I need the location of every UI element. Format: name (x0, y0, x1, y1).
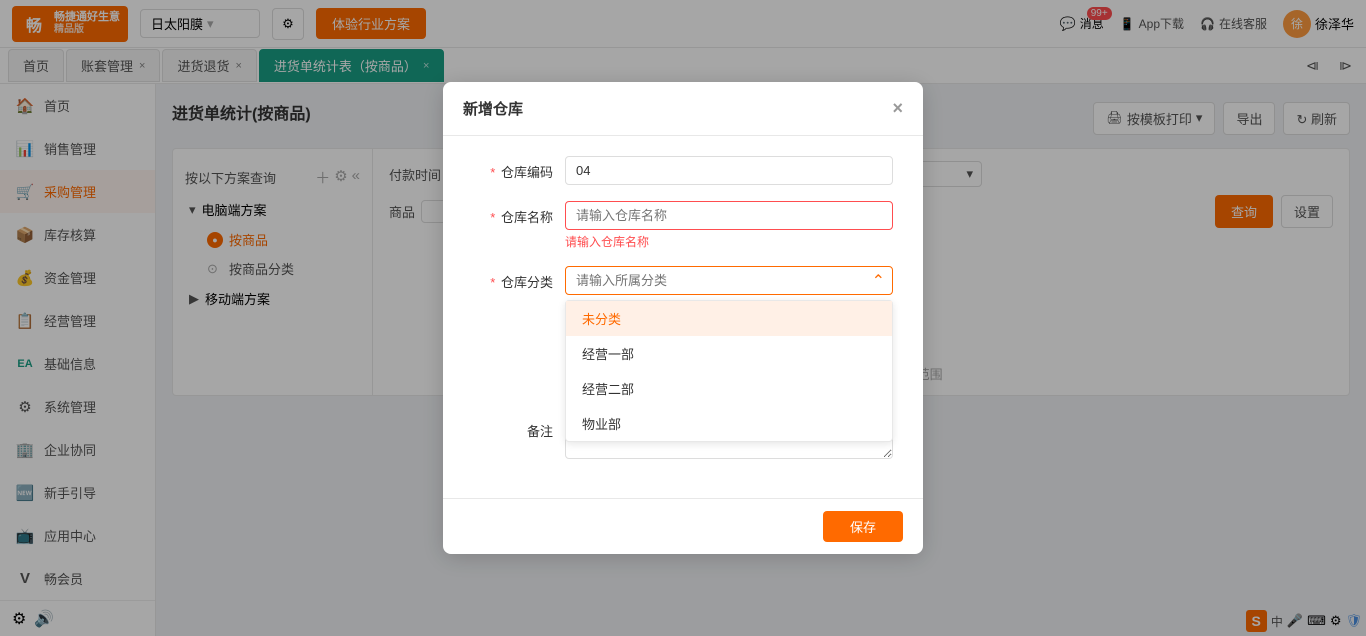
form-row-category: * 仓库分类 ⌃ 未分类 经营一部 (473, 266, 893, 295)
modal-footer: 保存 (443, 498, 923, 554)
code-label: * 仓库编码 (473, 156, 553, 181)
code-input[interactable] (565, 156, 893, 185)
name-input[interactable] (565, 201, 893, 230)
modal-overlay: 新增仓库 × * 仓库编码 * 仓库名称 (0, 0, 1366, 636)
new-warehouse-modal: 新增仓库 × * 仓库编码 * 仓库名称 (443, 82, 923, 554)
category-dropdown: 未分类 经营一部 经营二部 物业部 (565, 300, 893, 442)
dropdown-item-uncategorized[interactable]: 未分类 (566, 301, 892, 336)
category-input[interactable] (565, 266, 893, 295)
name-field: 请输入仓库名称 (565, 201, 893, 250)
code-field (565, 156, 893, 185)
category-field: ⌃ 未分类 经营一部 经营二部 物业部 (565, 266, 893, 295)
category-label: * 仓库分类 (473, 266, 553, 291)
dropdown-item-ops1[interactable]: 经营一部 (566, 336, 892, 371)
remark-label: 备注 (473, 415, 553, 440)
modal-close-button[interactable]: × (892, 98, 903, 119)
dropdown-item-ops2[interactable]: 经营二部 (566, 371, 892, 406)
form-row-code: * 仓库编码 (473, 156, 893, 185)
modal-body: * 仓库编码 * 仓库名称 请输入仓库名称 (443, 136, 923, 498)
category-input-wrapper: ⌃ (565, 266, 893, 295)
form-row-name: * 仓库名称 请输入仓库名称 (473, 201, 893, 250)
name-error-msg: 请输入仓库名称 (565, 233, 893, 250)
chevron-up-icon[interactable]: ⌃ (872, 271, 885, 291)
modal-title: 新增仓库 (463, 98, 523, 119)
save-button[interactable]: 保存 (823, 511, 903, 542)
name-label: * 仓库名称 (473, 201, 553, 226)
dropdown-item-property[interactable]: 物业部 (566, 406, 892, 441)
modal-header: 新增仓库 × (443, 82, 923, 136)
